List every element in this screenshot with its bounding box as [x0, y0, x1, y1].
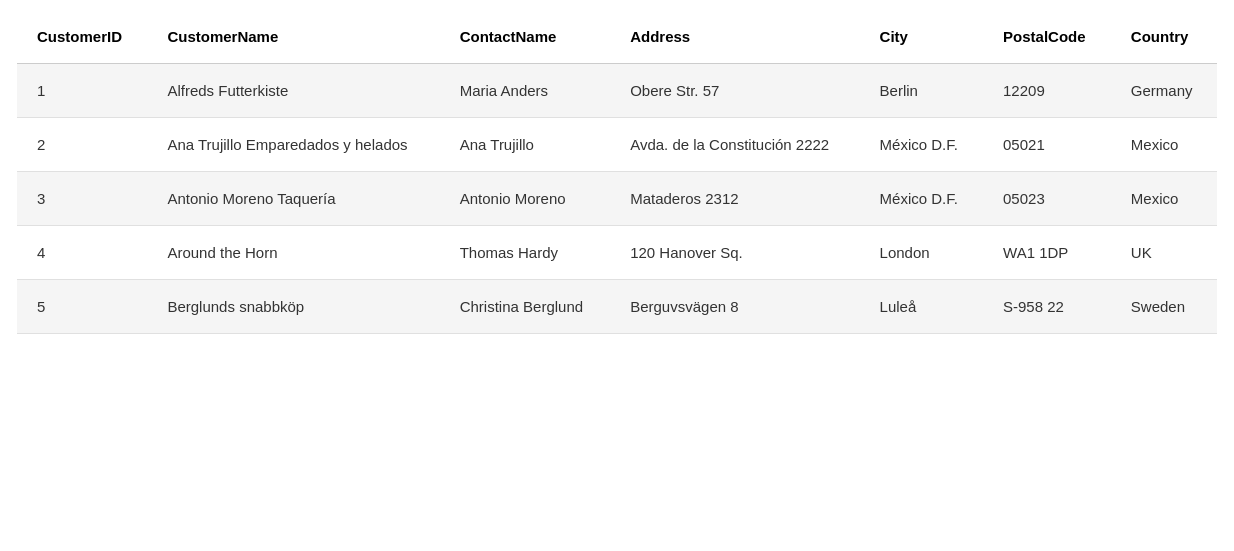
cell-customerid: 1 — [17, 64, 147, 118]
cell-city: London — [860, 226, 983, 280]
header-country: Country — [1111, 10, 1217, 64]
cell-customername: Alfreds Futterkiste — [147, 64, 439, 118]
cell-postalcode: WA1 1DP — [983, 226, 1111, 280]
cell-country: Sweden — [1111, 280, 1217, 334]
cell-address: Berguvsvägen 8 — [610, 280, 859, 334]
cell-city: México D.F. — [860, 118, 983, 172]
cell-address: 120 Hanover Sq. — [610, 226, 859, 280]
cell-postalcode: 05023 — [983, 172, 1111, 226]
header-address: Address — [610, 10, 859, 64]
header-customer-name: CustomerName — [147, 10, 439, 64]
table-row: 3Antonio Moreno TaqueríaAntonio MorenoMa… — [17, 172, 1217, 226]
cell-customername: Around the Horn — [147, 226, 439, 280]
cell-contactname: Antonio Moreno — [440, 172, 610, 226]
cell-contactname: Thomas Hardy — [440, 226, 610, 280]
cell-contactname: Christina Berglund — [440, 280, 610, 334]
customers-table: CustomerID CustomerName ContactName Addr… — [17, 10, 1217, 334]
cell-postalcode: 12209 — [983, 64, 1111, 118]
header-contact-name: ContactName — [440, 10, 610, 64]
cell-customerid: 3 — [17, 172, 147, 226]
table-header-row: CustomerID CustomerName ContactName Addr… — [17, 10, 1217, 64]
cell-address: Mataderos 2312 — [610, 172, 859, 226]
cell-country: UK — [1111, 226, 1217, 280]
cell-contactname: Maria Anders — [440, 64, 610, 118]
cell-country: Germany — [1111, 64, 1217, 118]
cell-customerid: 4 — [17, 226, 147, 280]
table-row: 2Ana Trujillo Emparedados y heladosAna T… — [17, 118, 1217, 172]
cell-city: Berlin — [860, 64, 983, 118]
cell-contactname: Ana Trujillo — [440, 118, 610, 172]
cell-customername: Ana Trujillo Emparedados y helados — [147, 118, 439, 172]
cell-city: México D.F. — [860, 172, 983, 226]
customers-table-container: CustomerID CustomerName ContactName Addr… — [17, 10, 1217, 334]
cell-customername: Antonio Moreno Taquería — [147, 172, 439, 226]
cell-country: Mexico — [1111, 118, 1217, 172]
table-row: 1Alfreds FutterkisteMaria AndersObere St… — [17, 64, 1217, 118]
cell-customerid: 2 — [17, 118, 147, 172]
cell-postalcode: 05021 — [983, 118, 1111, 172]
table-row: 5Berglunds snabbköpChristina BerglundBer… — [17, 280, 1217, 334]
header-city: City — [860, 10, 983, 64]
header-postal-code: PostalCode — [983, 10, 1111, 64]
table-row: 4Around the HornThomas Hardy120 Hanover … — [17, 226, 1217, 280]
cell-customername: Berglunds snabbköp — [147, 280, 439, 334]
cell-country: Mexico — [1111, 172, 1217, 226]
cell-address: Obere Str. 57 — [610, 64, 859, 118]
cell-postalcode: S-958 22 — [983, 280, 1111, 334]
cell-customerid: 5 — [17, 280, 147, 334]
cell-city: Luleå — [860, 280, 983, 334]
header-customer-id: CustomerID — [17, 10, 147, 64]
cell-address: Avda. de la Constitución 2222 — [610, 118, 859, 172]
